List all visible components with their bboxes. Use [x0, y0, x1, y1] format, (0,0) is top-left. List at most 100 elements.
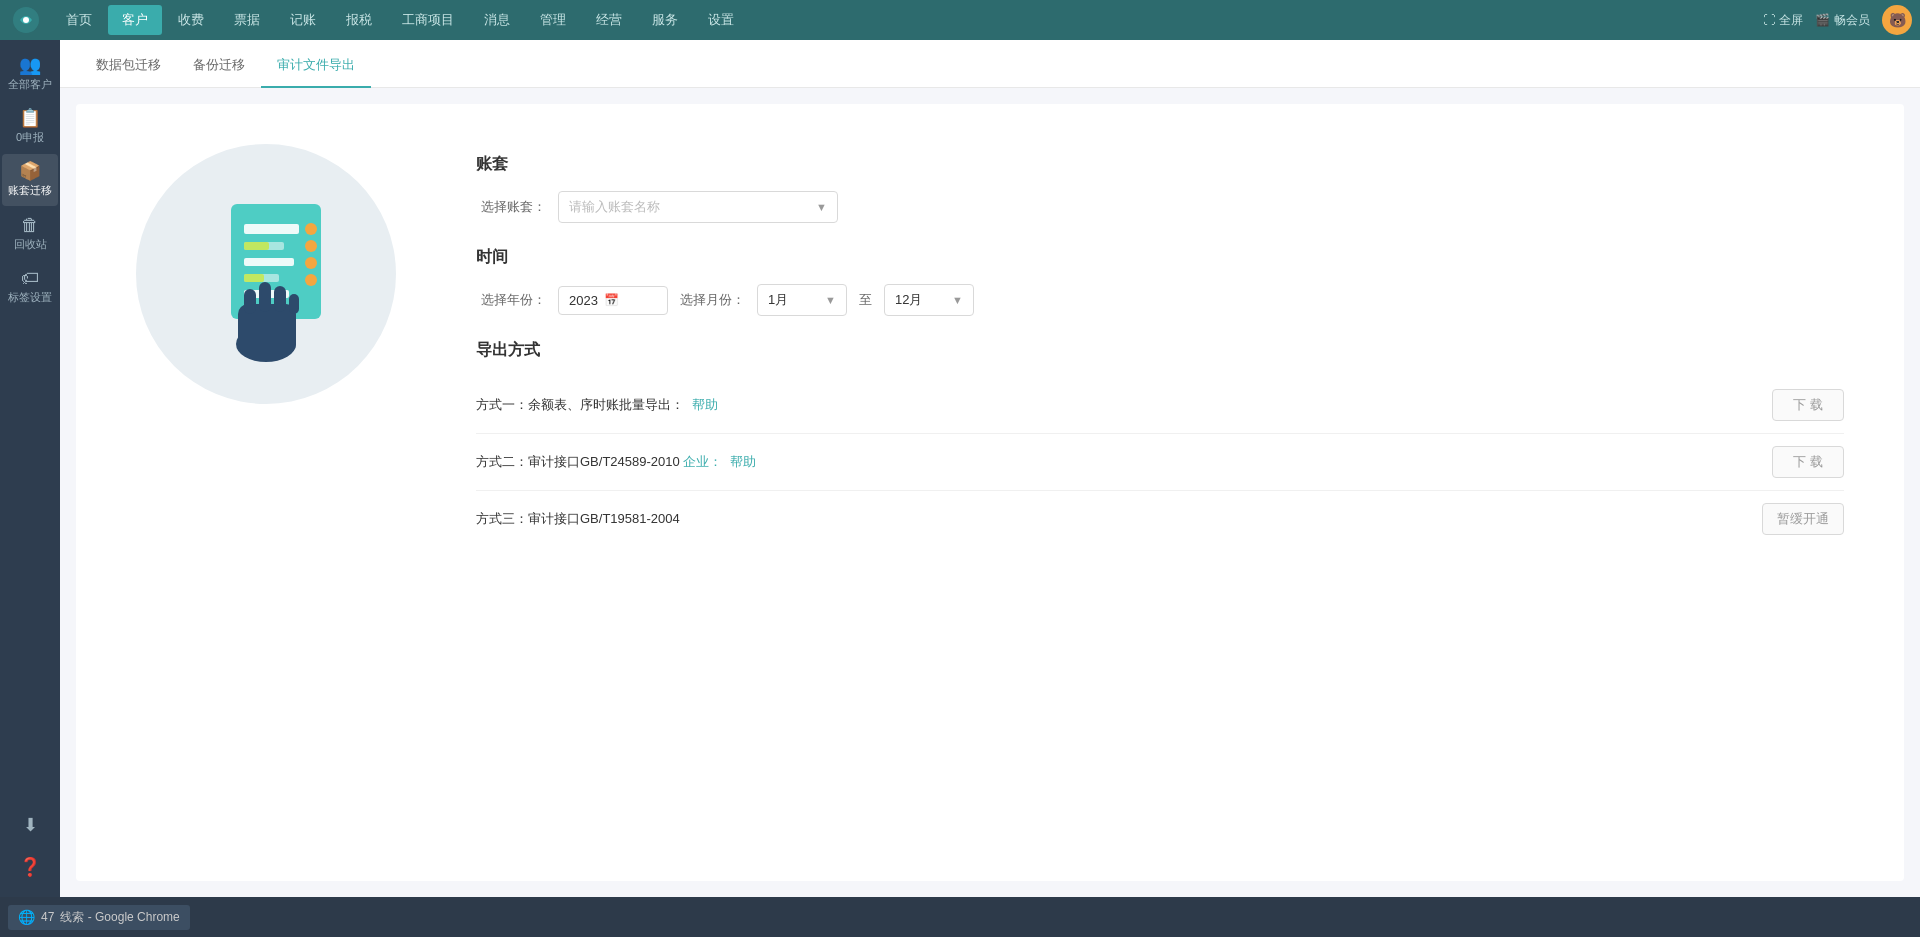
method1-description: 方式一：余额表、序时账批量导出： 帮助 — [476, 396, 718, 414]
method1-help-link[interactable]: 帮助 — [692, 397, 718, 412]
year-label: 选择年份： — [476, 291, 546, 309]
main-layout: 👥 全部客户 📋 0申报 📦 账套迁移 🗑 回收站 🏷 标签设置 ⬇ ❓ 数据包… — [0, 40, 1920, 897]
zhi-separator: 至 — [859, 291, 872, 309]
nav-settings[interactable]: 设置 — [694, 5, 748, 35]
taskbar-item-number: 47 — [41, 910, 54, 924]
svg-rect-3 — [244, 224, 299, 234]
method3-text: 方式三：审计接口GB/T19581-2004 — [476, 511, 680, 526]
account-row: 选择账套： 请输入账套名称 ▼ — [476, 191, 1844, 223]
content-area: 数据包迁移 备份迁移 审计文件导出 — [60, 40, 1920, 897]
method2-help-link[interactable]: 帮助 — [730, 454, 756, 469]
method3-description: 方式三：审计接口GB/T19581-2004 — [476, 510, 680, 528]
method1-download-button[interactable]: 下 载 — [1772, 389, 1844, 421]
sidebar-label-account-migrate: 账套迁移 — [8, 184, 52, 197]
method2-download-button[interactable]: 下 载 — [1772, 446, 1844, 478]
illustration-svg — [176, 174, 356, 374]
svg-point-11 — [305, 274, 317, 286]
sidebar-label-recycle: 回收站 — [14, 238, 47, 251]
chrome-icon: 🌐 — [18, 909, 35, 925]
tag-settings-icon: 🏷 — [21, 269, 39, 287]
recycle-icon: 🗑 — [21, 216, 39, 234]
svg-rect-12 — [244, 242, 269, 250]
nav-customer[interactable]: 客户 — [108, 5, 162, 35]
illustration-circle — [136, 144, 396, 404]
month-end-select[interactable]: 12月 ▼ — [884, 284, 974, 316]
taskbar-item-label: 线索 - Google Chrome — [60, 909, 179, 926]
method2-company-link[interactable]: 企业： — [683, 454, 722, 469]
nav-manage[interactable]: 管理 — [526, 5, 580, 35]
taskbar-chrome-item[interactable]: 🌐 47 线索 - Google Chrome — [8, 905, 190, 930]
svg-point-10 — [305, 257, 317, 269]
top-navigation: 首页 客户 收费 票据 记账 报税 工商项目 消息 管理 经营 服务 设置 ⛶ … — [0, 0, 1920, 40]
sidebar-label-declare: 0申报 — [16, 131, 44, 144]
nav-business[interactable]: 工商项目 — [388, 5, 468, 35]
sidebar-item-tag-settings[interactable]: 🏷 标签设置 — [2, 261, 58, 312]
nav-invoice[interactable]: 票据 — [220, 5, 274, 35]
nav-service[interactable]: 服务 — [638, 5, 692, 35]
sidebar-download-icon[interactable]: ⬇ — [12, 807, 48, 843]
sidebar-item-declare[interactable]: 📋 0申报 — [2, 101, 58, 152]
year-input[interactable]: 2023 📅 — [558, 286, 668, 315]
sidebar-label-all-customers: 全部客户 — [8, 78, 52, 91]
export-method-2: 方式二：审计接口GB/T24589-2010 企业： 帮助 下 载 — [476, 434, 1844, 491]
fullscreen-button[interactable]: ⛶ 全屏 — [1763, 12, 1803, 29]
month-start-select[interactable]: 1月 ▼ — [757, 284, 847, 316]
account-section-title: 账套 — [476, 154, 1844, 175]
svg-rect-17 — [259, 282, 271, 312]
method2-text: 方式二：审计接口GB/T24589-2010 — [476, 454, 680, 469]
svg-rect-16 — [244, 289, 256, 314]
sidebar-item-account-migrate[interactable]: 📦 账套迁移 — [2, 154, 58, 205]
svg-point-9 — [305, 240, 317, 252]
nav-tax[interactable]: 报税 — [332, 5, 386, 35]
export-section-title: 导出方式 — [476, 340, 1844, 361]
month-end-value: 12月 — [895, 291, 922, 309]
svg-rect-18 — [274, 286, 286, 312]
app-logo[interactable] — [8, 2, 44, 38]
month-start-value: 1月 — [768, 291, 788, 309]
export-method-3: 方式三：审计接口GB/T19581-2004 暂缓开通 — [476, 491, 1844, 547]
tab-bar: 数据包迁移 备份迁移 审计文件导出 — [60, 40, 1920, 88]
method3-coming-soon-button[interactable]: 暂缓开通 — [1762, 503, 1844, 535]
tab-audit-export[interactable]: 审计文件导出 — [261, 46, 371, 88]
sidebar-help-icon[interactable]: ❓ — [12, 849, 48, 885]
tab-data-migrate[interactable]: 数据包迁移 — [80, 46, 177, 88]
method1-text: 方式一：余额表、序时账批量导出： — [476, 397, 684, 412]
form-area: 账套 选择账套： 请输入账套名称 ▼ 时间 选择年份： 2023 📅 — [476, 144, 1844, 547]
nav-right: ⛶ 全屏 🎬 畅会员 🐻 — [1763, 5, 1912, 35]
sidebar-item-all-customers[interactable]: 👥 全部客户 — [2, 48, 58, 99]
year-value: 2023 — [569, 293, 598, 308]
month-start-chevron-icon: ▼ — [825, 294, 836, 306]
sidebar-bottom: ⬇ ❓ — [12, 807, 48, 897]
nav-message[interactable]: 消息 — [470, 5, 524, 35]
page-content: 账套 选择账套： 请输入账套名称 ▼ 时间 选择年份： 2023 📅 — [76, 104, 1904, 881]
month-end-chevron-icon: ▼ — [952, 294, 963, 306]
month-label: 选择月份： — [680, 291, 745, 309]
svg-point-8 — [305, 223, 317, 235]
sidebar-label-tag-settings: 标签设置 — [8, 291, 52, 304]
member-button[interactable]: 🎬 畅会员 — [1815, 12, 1870, 29]
nav-operation[interactable]: 经营 — [582, 5, 636, 35]
illustration-area — [136, 144, 396, 404]
time-row: 选择年份： 2023 📅 选择月份： 1月 ▼ 至 12月 ▼ — [476, 284, 1844, 316]
user-avatar[interactable]: 🐻 — [1882, 5, 1912, 35]
taskbar: 🌐 47 线索 - Google Chrome — [0, 897, 1920, 937]
tab-backup-migrate[interactable]: 备份迁移 — [177, 46, 261, 88]
svg-point-1 — [23, 17, 29, 23]
account-migrate-icon: 📦 — [19, 162, 41, 180]
account-select[interactable]: 请输入账套名称 ▼ — [558, 191, 838, 223]
sidebar-item-recycle[interactable]: 🗑 回收站 — [2, 208, 58, 259]
account-chevron-icon: ▼ — [816, 201, 827, 213]
nav-bookkeeping[interactable]: 记账 — [276, 5, 330, 35]
nav-home[interactable]: 首页 — [52, 5, 106, 35]
svg-rect-5 — [244, 258, 294, 266]
svg-rect-13 — [244, 274, 264, 282]
nav-items: 首页 客户 收费 票据 记账 报税 工商项目 消息 管理 经营 服务 设置 — [52, 5, 1763, 35]
export-method-1: 方式一：余额表、序时账批量导出： 帮助 下 载 — [476, 377, 1844, 434]
svg-rect-19 — [289, 294, 299, 314]
nav-collection[interactable]: 收费 — [164, 5, 218, 35]
calendar-icon: 📅 — [604, 293, 619, 307]
declare-icon: 📋 — [19, 109, 41, 127]
account-placeholder: 请输入账套名称 — [569, 198, 660, 216]
customers-icon: 👥 — [19, 56, 41, 74]
time-section-title: 时间 — [476, 247, 1844, 268]
